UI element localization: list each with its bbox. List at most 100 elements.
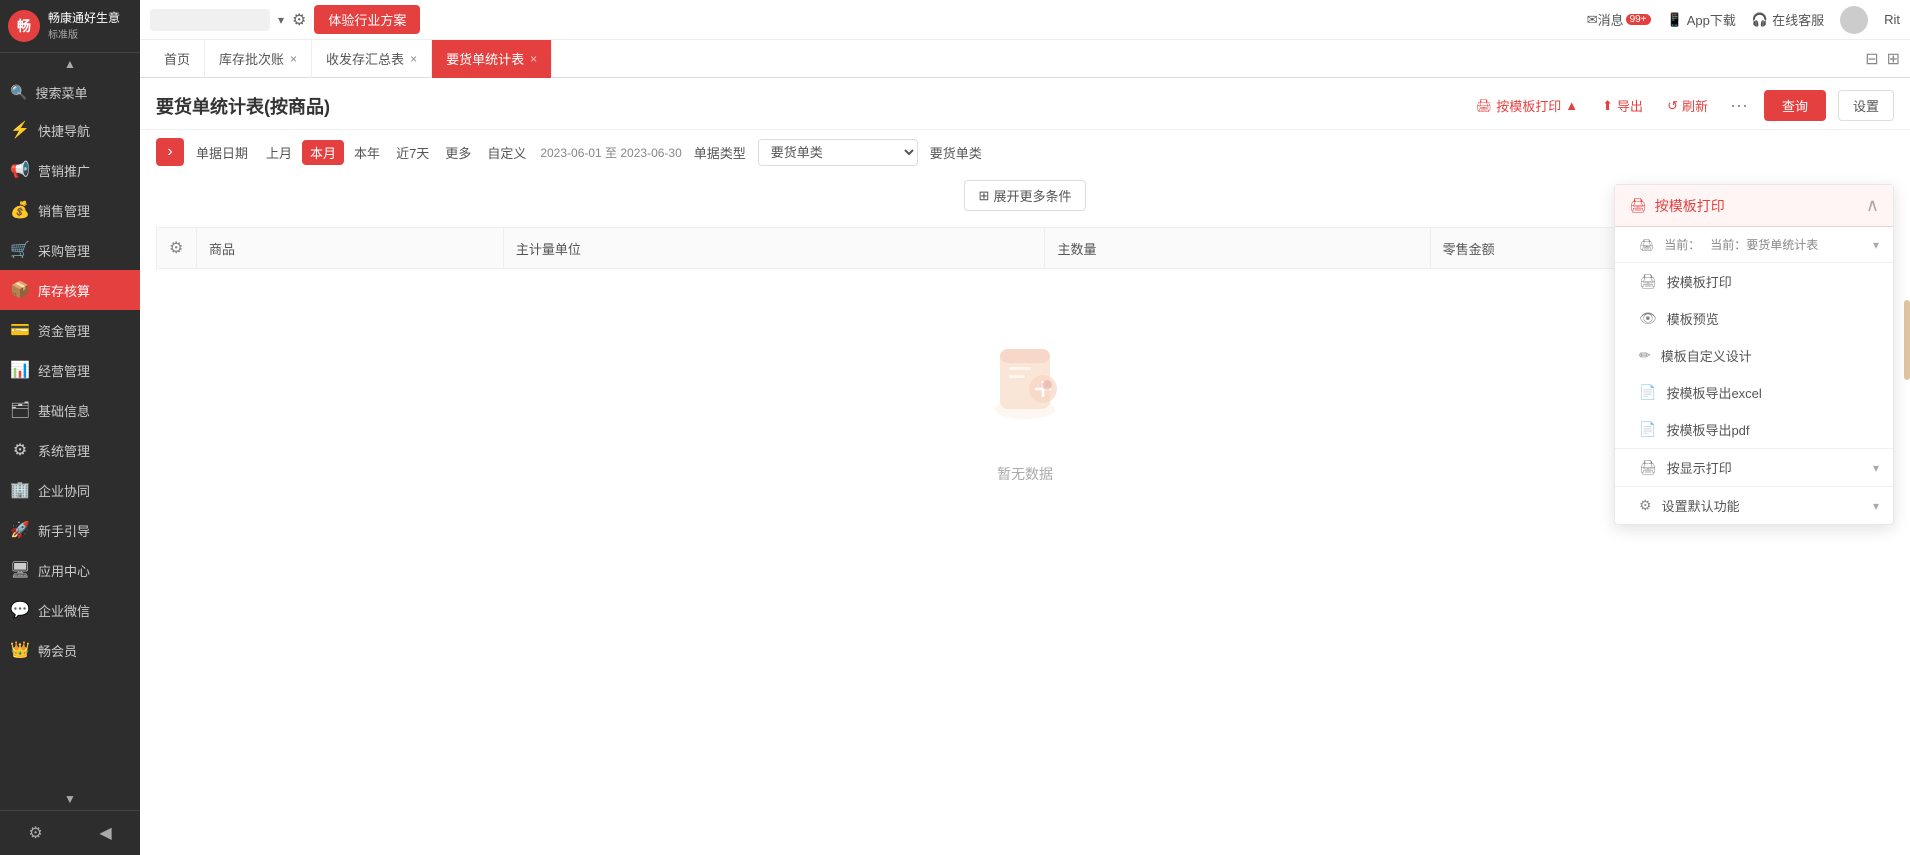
topbar-right: ✉ 消息 99+ 📱 App下载 🎧 在线客服 Rit [1587,6,1900,34]
app-version: 标准版 [48,26,120,41]
expand-more-label: 展开更多条件 [993,186,1071,205]
sidebar-item-basic[interactable]: 🗂 基础信息 [0,390,140,430]
sidebar-item-finance[interactable]: 💳 资金管理 [0,310,140,350]
user-avatar[interactable] [1840,6,1868,34]
date-btn-custom[interactable]: 自定义 [481,140,532,165]
sidebar-settings-btn[interactable]: ⚙ [20,819,50,847]
date-filter-group: 上月 本月 本年 近7天 更多 自定义 2023-06-01 至 2023-06… [260,140,682,165]
nav-search-input[interactable] [150,9,270,31]
sidebar-item-quick-nav[interactable]: ⚡ 快捷导航 [0,110,140,150]
tab-order-stats-close[interactable]: × [530,52,537,66]
dropdown-item-display-print[interactable]: 🖨 按显示打印 ▾ [1615,449,1893,486]
topbar-gear-btn[interactable]: ⚙ [292,10,306,30]
window-minimize-btn[interactable]: ⊟ [1865,49,1878,69]
tab-receipt-summary[interactable]: 收发存汇总表 × [312,40,432,78]
sidebar-item-label: 企业微信 [38,601,90,620]
nav-dropdown-btn[interactable]: ▾ [278,13,284,27]
template-pdf-icon: 📄 [1639,421,1656,438]
table-column-settings-icon[interactable]: ⚙ [169,240,183,257]
sidebar-item-operation[interactable]: 📊 经营管理 [0,350,140,390]
messages-btn[interactable]: ✉ 消息 99+ [1587,10,1651,29]
sidebar-item-purchase[interactable]: 🛒 采购管理 [0,230,140,270]
online-service-btn[interactable]: 🎧 在线客服 [1752,10,1824,29]
finance-icon: 💳 [10,320,30,340]
template-preview-icon: 👁 [1639,310,1657,327]
dropdown-item-template-preview[interactable]: 👁 模板预览 [1615,300,1893,337]
app-download-label: App下载 [1687,10,1736,29]
content-area: 要货单统计表(按商品) 🖨 按模板打印 ▲ ⬆ 导出 ↺ 刷新 [140,78,1910,855]
dropdown-item-default-func[interactable]: ⚙ 设置默认功能 ▾ [1615,487,1893,524]
sidebar-item-label: 企业协同 [38,481,90,500]
guide-icon: 🚀 [10,520,30,540]
display-print-label: 按显示打印 [1667,458,1732,477]
date-btn-this-year[interactable]: 本年 [348,140,386,165]
dropdown-section-current: 🖨 当前： 当前：要货单统计表 ▾ [1615,227,1893,263]
sidebar-item-label: 新手引导 [38,521,90,540]
sidebar-scroll-up[interactable]: ▲ [0,53,140,75]
username-label[interactable]: Rit [1884,12,1900,27]
expand-more-btn[interactable]: ⊞ 展开更多条件 [964,180,1087,211]
order-type-label: 要货单类 [930,143,982,162]
date-btn-more[interactable]: 更多 [439,140,477,165]
logo-icon: 畅 [8,10,40,42]
tab-receipt-summary-close[interactable]: × [410,52,417,66]
tab-home[interactable]: 首页 [150,40,205,78]
tab-batch-account-close[interactable]: × [290,52,297,66]
refresh-btn[interactable]: ↺ 刷新 [1661,92,1714,119]
filter-expand-icon-btn[interactable]: › [156,138,184,166]
window-maximize-btn[interactable]: ⊞ [1887,49,1900,69]
tab-order-stats[interactable]: 要货单统计表 × [432,40,552,78]
sidebar-item-vip[interactable]: 👑 畅会员 [0,630,140,670]
sidebar-item-sales[interactable]: 💰 销售管理 [0,190,140,230]
date-btn-last-month[interactable]: 上月 [260,140,298,165]
sidebar-item-inventory[interactable]: 📦 库存核算 [0,270,140,310]
dropdown-item-template-design[interactable]: ✏ 模板自定义设计 [1615,337,1893,374]
query-btn[interactable]: 查询 [1764,90,1826,121]
dropdown-item-template-excel[interactable]: 📄 按模板导出excel [1615,374,1893,411]
sidebar-item-label: 经营管理 [38,361,90,380]
refresh-icon: ↺ [1667,98,1678,114]
template-pdf-label: 按模板导出pdf [1666,420,1749,439]
export-btn[interactable]: ⬆ 导出 [1596,92,1649,119]
more-actions-btn[interactable]: ··· [1726,95,1752,116]
page-actions: 🖨 按模板打印 ▲ ⬆ 导出 ↺ 刷新 ··· 查询 设置 [1470,90,1894,121]
tab-home-label: 首页 [164,49,190,68]
app-download-btn[interactable]: 📱 App下载 [1667,10,1736,29]
sidebar-scroll-down[interactable]: ▼ [0,788,140,810]
sidebar-item-guide[interactable]: 🚀 新手引导 [0,510,140,550]
operation-icon: 📊 [10,360,30,380]
type-filter-select[interactable]: 要货单类 [758,139,918,166]
trial-btn[interactable]: 体验行业方案 [314,5,420,34]
sidebar-search[interactable]: 🔍 搜索菜单 [0,75,140,110]
tab-order-stats-label: 要货单统计表 [446,49,524,68]
tab-batch-account[interactable]: 库存批次账 × [205,40,312,78]
sidebar-toggle-btn[interactable]: ◀ [91,819,119,847]
basic-icon: 🗂 [10,400,30,420]
sidebar-item-label: 畅会员 [38,641,77,660]
dropdown-current-text: 当前： [1664,236,1700,253]
settings-btn[interactable]: 设置 [1838,90,1894,121]
message-badge: 99+ [1626,14,1651,25]
dropdown-section-print: 🖨 按模板打印 👁 模板预览 ✏ 模板自定义设计 📄 按模板导出excel 📄 [1615,263,1893,449]
company-icon: 🏢 [10,480,30,500]
tab-receipt-summary-label: 收发存汇总表 [326,49,404,68]
template-design-icon: ✏ [1639,347,1651,364]
sidebar-item-marketing[interactable]: 📢 营销推广 [0,150,140,190]
sidebar-item-system[interactable]: ⚙ 系统管理 [0,430,140,470]
date-btn-7days[interactable]: 近7天 [390,140,435,165]
dropdown-close-icon[interactable]: ∧ [1866,195,1879,216]
sidebar-item-enterprise-wechat[interactable]: 💬 企业微信 [0,590,140,630]
sidebar-item-app-center[interactable]: 🖥 应用中心 [0,550,140,590]
sidebar-item-label: 基础信息 [38,401,90,420]
dropdown-item-template-print[interactable]: 🖨 按模板打印 [1615,263,1893,300]
dropdown-header[interactable]: 🖨 按模板打印 ∧ [1615,185,1893,227]
dropdown-item-template-pdf[interactable]: 📄 按模板导出pdf [1615,411,1893,448]
search-icon: 🔍 [10,84,27,101]
date-btn-this-month[interactable]: 本月 [302,140,344,165]
scroll-handle[interactable] [1904,300,1910,380]
print-template-btn[interactable]: 🖨 按模板打印 ▲ [1470,92,1584,119]
purchase-icon: 🛒 [10,240,30,260]
sidebar-item-label: 库存核算 [38,281,90,300]
sidebar-item-company[interactable]: 🏢 企业协同 [0,470,140,510]
dropdown-print-icon: 🖨 [1629,197,1647,214]
